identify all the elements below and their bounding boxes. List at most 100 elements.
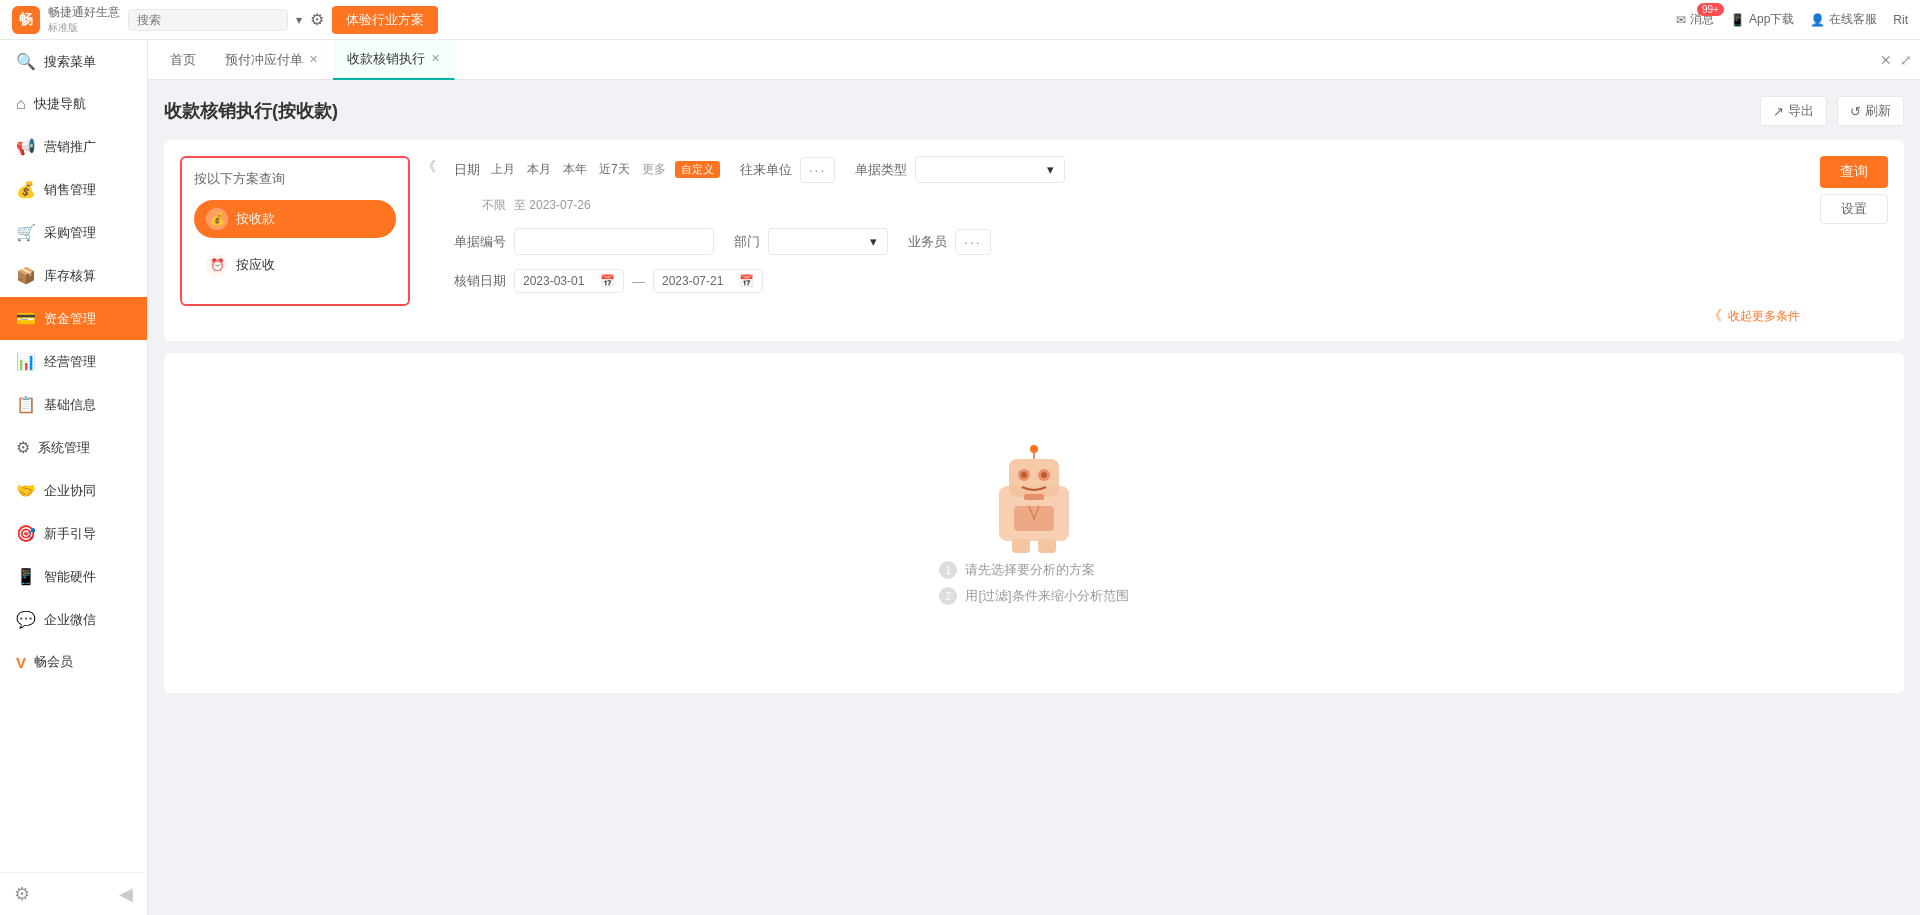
user-item[interactable]: Rit [1893,13,1908,27]
doc-no-input[interactable] [514,228,714,255]
page-header-actions: ↗ 导出 ↺ 刷新 [1760,96,1904,126]
sidebar-item-sales[interactable]: 💰 销售管理 [0,168,147,211]
date-this-month[interactable]: 本月 [524,160,554,179]
tabs-bar: 首页 预付冲应付单 ✕ 收款核销执行 ✕ ✕ ⤢ [148,40,1920,80]
svg-point-5 [1041,472,1047,478]
wechat-icon: 💬 [16,610,36,629]
tip-1-text: 请先选择要分析的方案 [965,561,1095,579]
query-actions: 查询 设置 [1820,156,1888,224]
date-range-separator: — [632,274,645,289]
search-input[interactable] [128,9,288,31]
message-item[interactable]: ✉ 消息 99+ [1676,11,1714,28]
counterpart-label: 往来单位 [740,161,792,179]
tip-2-text: 用[过滤]条件来缩小分析范围 [965,587,1128,605]
verify-date-label: 核销日期 [454,272,506,290]
page-content: 收款核销执行(按收款) ↗ 导出 ↺ 刷新 按以下方 [148,80,1920,915]
sidebar-item-hardware[interactable]: 📱 智能硬件 [0,555,147,598]
sidebar-item-finance[interactable]: 💳 资金管理 [0,297,147,340]
solution-button[interactable]: 体验行业方案 [332,6,438,34]
tip-1-num: 1 [939,561,957,579]
tab-close-receipts[interactable]: ✕ [431,52,440,65]
sidebar-item-wechat[interactable]: 💬 企业微信 [0,598,147,641]
tab-prepay[interactable]: 预付冲应付单 ✕ [211,40,333,80]
tab-home[interactable]: 首页 [156,40,211,80]
dropdown-icon[interactable]: ▾ [296,13,302,27]
sidebar-collapse-icon[interactable]: ◀ [119,883,133,905]
query-form: 日期 上月 本月 本年 近7天 更多 自定义 [454,156,1888,325]
close-window-icon[interactable]: ✕ [1880,52,1892,68]
counterpart-picker[interactable]: ··· [800,157,836,183]
collapse-chevron-icon: 《 [1708,307,1722,325]
username: Rit [1893,13,1908,27]
main-layout: 🔍 搜索菜单 ⌂ 快捷导航 📢 营销推广 💰 销售管理 🛒 采购管理 📦 库存核… [0,40,1920,915]
sidebar-item-guide[interactable]: 🎯 新手引导 [0,512,147,555]
sidebar-item-inventory[interactable]: 📦 库存核算 [0,254,147,297]
operation-icon: 📊 [16,352,36,371]
service-icon: 👤 [1810,13,1825,27]
page-header: 收款核销执行(按收款) ↗ 导出 ↺ 刷新 [164,96,1904,126]
receipt-option-icon: 💰 [206,208,228,230]
date-this-year[interactable]: 本年 [560,160,590,179]
svg-point-4 [1021,472,1027,478]
expand-window-icon[interactable]: ⤢ [1900,52,1912,68]
sidebar-item-enterprise[interactable]: 🤝 企业协同 [0,469,147,512]
staff-picker[interactable]: ··· [955,229,991,255]
dept-select[interactable]: ▾ [768,228,888,255]
date-to-text: 至 2023-07-26 [514,197,591,214]
dept-label: 部门 [734,233,760,251]
dept-chevron-icon: ▾ [870,234,877,249]
date-more[interactable]: 更多 [639,160,669,179]
enterprise-icon: 🤝 [16,481,36,500]
svg-rect-11 [1038,539,1056,553]
app-icon: 📱 [1730,13,1745,27]
message-badge: 99+ [1697,3,1724,16]
sales-icon: 💰 [16,180,36,199]
refresh-button[interactable]: ↺ 刷新 [1837,96,1904,126]
empty-tip-2: 2 用[过滤]条件来缩小分析范围 [939,587,1128,605]
sidebar-item-marketing[interactable]: 📢 营销推广 [0,125,147,168]
basic-info-icon: 📋 [16,395,36,414]
verify-date-start[interactable]: 2023-03-01 📅 [514,269,624,293]
settings-button[interactable]: 设置 [1820,194,1888,224]
calendar-end-icon: 📅 [739,274,754,288]
inventory-icon: 📦 [16,266,36,285]
sidebar-item-basic-info[interactable]: 📋 基础信息 [0,383,147,426]
brand-name: 畅捷通好生意 [48,4,120,21]
collapse-more-section[interactable]: 《 收起更多条件 [454,307,1800,325]
filter-collapse-button[interactable]: 《 [416,156,442,178]
filter-option-receipt[interactable]: 💰 按收款 [194,200,396,238]
service-item[interactable]: 👤 在线客服 [1810,11,1877,28]
date-custom-badge[interactable]: 自定义 [675,161,720,178]
message-icon: ✉ [1676,13,1686,27]
page-title: 收款核销执行(按收款) [164,99,338,123]
empty-state: 1 请先选择要分析的方案 2 用[过滤]条件来缩小分析范围 [164,353,1904,693]
tab-receipts[interactable]: 收款核销执行 ✕ [333,40,455,80]
date-7days[interactable]: 近7天 [596,160,633,179]
verify-date-end[interactable]: 2023-07-21 📅 [653,269,763,293]
search-icon: 🔍 [16,52,36,71]
app-download-item[interactable]: 📱 App下载 [1730,11,1794,28]
query-button[interactable]: 查询 [1820,156,1888,188]
svg-point-7 [1030,445,1038,453]
staff-label: 业务员 [908,233,947,251]
svg-rect-10 [1012,539,1030,553]
sidebar-settings-icon[interactable]: ⚙ [14,883,30,905]
sidebar-item-system[interactable]: ⚙ 系统管理 [0,426,147,469]
topbar-left: 畅 畅捷通好生意 标准版 ▾ ⚙ 体验行业方案 [12,4,438,35]
date-label: 日期 [454,161,480,179]
query-row-2: 单据编号 部门 ▾ [454,228,1800,255]
export-button[interactable]: ↗ 导出 [1760,96,1827,126]
guide-icon: 🎯 [16,524,36,543]
gear-icon[interactable]: ⚙ [310,10,324,29]
sidebar-item-purchase[interactable]: 🛒 采购管理 [0,211,147,254]
query-row-3: 核销日期 2023-03-01 📅 — 2023-07-21 📅 [454,269,1800,293]
filter-option-receivable[interactable]: ⏰ 按应收 [194,246,396,284]
doc-type-select[interactable]: ▾ [915,156,1065,183]
sidebar-item-operation[interactable]: 📊 经营管理 [0,340,147,383]
sidebar-item-member[interactable]: V 畅会员 [0,641,147,683]
date-last-month[interactable]: 上月 [488,160,518,179]
sidebar-item-search[interactable]: 🔍 搜索菜单 [0,40,147,83]
tab-close-prepay[interactable]: ✕ [309,53,318,66]
sidebar-item-quick-nav[interactable]: ⌂ 快捷导航 [0,83,147,125]
doc-no-field: 单据编号 [454,228,714,255]
